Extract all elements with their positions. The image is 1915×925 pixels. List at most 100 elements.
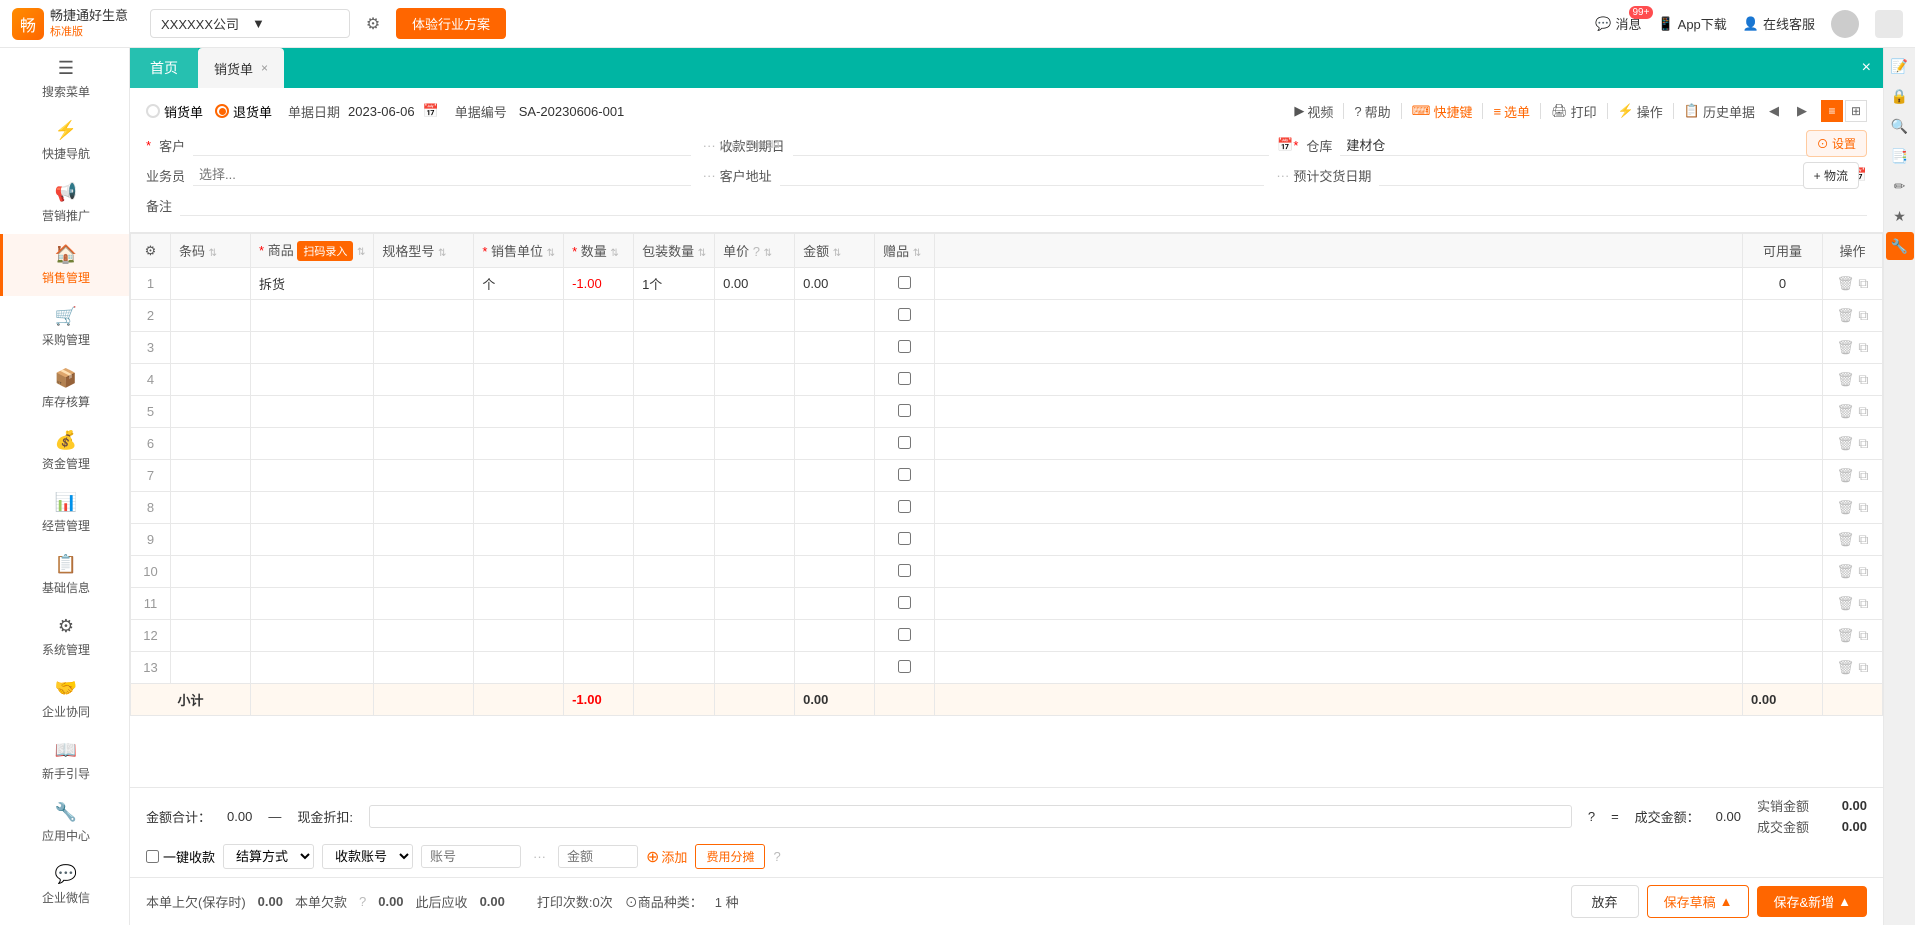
- delete-row-icon[interactable]: 🗑: [1837, 339, 1855, 356]
- row-note[interactable]: [935, 652, 1743, 684]
- row-amount[interactable]: [795, 588, 875, 620]
- gift-checkbox[interactable]: [898, 340, 911, 353]
- delete-row-icon[interactable]: 🗑: [1837, 659, 1855, 676]
- sidebar-item-guide[interactable]: 📖 新手引导: [0, 730, 129, 792]
- row-pkg[interactable]: [634, 652, 715, 684]
- gift-checkbox[interactable]: [898, 628, 911, 641]
- row-goods[interactable]: [251, 652, 374, 684]
- row-spec[interactable]: [374, 396, 474, 428]
- row-pkg[interactable]: [634, 332, 715, 364]
- account-more-icon[interactable]: ···: [529, 849, 550, 864]
- expected-date-input[interactable]: [1379, 164, 1842, 186]
- row-qty[interactable]: [564, 556, 634, 588]
- row-amount[interactable]: [795, 396, 875, 428]
- rt-lock-btn[interactable]: 🔒: [1886, 82, 1914, 110]
- sidebar-item-member[interactable]: 🎫 畅会员: [0, 916, 129, 925]
- row-price[interactable]: [715, 588, 795, 620]
- row-unit[interactable]: [474, 460, 564, 492]
- row-gift[interactable]: [875, 268, 935, 300]
- copy-row-icon[interactable]: ⧉: [1858, 371, 1868, 388]
- row-unit[interactable]: [474, 524, 564, 556]
- debit-help-icon[interactable]: ?: [359, 894, 366, 909]
- row-goods[interactable]: [251, 588, 374, 620]
- row-price[interactable]: [715, 300, 795, 332]
- copy-row-icon[interactable]: ⧉: [1858, 627, 1868, 644]
- row-goods[interactable]: [251, 620, 374, 652]
- row-unit[interactable]: [474, 556, 564, 588]
- row-price[interactable]: [715, 492, 795, 524]
- row-amount[interactable]: 0.00: [795, 268, 875, 300]
- app-download-button[interactable]: 📱 App下载: [1657, 14, 1726, 33]
- delete-row-icon[interactable]: 🗑: [1837, 595, 1855, 612]
- gift-checkbox[interactable]: [898, 404, 911, 417]
- radio-sales[interactable]: 销货单: [146, 102, 203, 121]
- row-barcode[interactable]: [171, 588, 251, 620]
- gift-checkbox[interactable]: [898, 276, 911, 289]
- row-pkg[interactable]: [634, 556, 715, 588]
- row-gift[interactable]: [875, 556, 935, 588]
- row-qty[interactable]: [564, 300, 634, 332]
- row-goods[interactable]: 拆货: [251, 268, 374, 300]
- copy-row-icon[interactable]: ⧉: [1858, 499, 1868, 516]
- message-button[interactable]: 💬 消息 99+: [1595, 14, 1641, 33]
- copy-row-icon[interactable]: ⧉: [1858, 659, 1868, 676]
- copy-row-icon[interactable]: ⧉: [1858, 563, 1868, 580]
- row-price[interactable]: 0.00: [715, 268, 795, 300]
- staff-input[interactable]: [193, 164, 691, 186]
- row-gift[interactable]: [875, 460, 935, 492]
- discount-input[interactable]: [369, 805, 1572, 828]
- row-goods[interactable]: [251, 492, 374, 524]
- row-spec[interactable]: [374, 460, 474, 492]
- gift-checkbox[interactable]: [898, 372, 911, 385]
- delete-row-icon[interactable]: 🗑: [1837, 435, 1855, 452]
- sidebar-item-sales[interactable]: 🏠 销售管理: [0, 234, 129, 296]
- row-gift[interactable]: [875, 620, 935, 652]
- scan-barcode-button[interactable]: 扫码录入: [297, 241, 353, 261]
- row-goods[interactable]: [251, 428, 374, 460]
- account-no-input[interactable]: [421, 845, 521, 868]
- row-unit[interactable]: [474, 620, 564, 652]
- row-unit[interactable]: [474, 492, 564, 524]
- row-goods[interactable]: [251, 332, 374, 364]
- row-note[interactable]: [935, 460, 1743, 492]
- save-new-button[interactable]: 保存&新增 ▲: [1757, 886, 1867, 917]
- row-note[interactable]: [935, 524, 1743, 556]
- add-payment-button[interactable]: ⊕ 添加: [646, 847, 687, 867]
- rt-star-btn[interactable]: ★: [1886, 202, 1914, 230]
- copy-row-icon[interactable]: ⧉: [1858, 275, 1868, 292]
- row-unit[interactable]: [474, 300, 564, 332]
- row-amount[interactable]: [795, 332, 875, 364]
- amount-input[interactable]: [558, 845, 638, 868]
- help-btn[interactable]: ? 帮助: [1354, 102, 1390, 121]
- row-barcode[interactable]: [171, 268, 251, 300]
- price-help-icon[interactable]: ?: [753, 244, 760, 259]
- row-spec[interactable]: [374, 300, 474, 332]
- gift-checkbox[interactable]: [898, 500, 911, 513]
- rt-pen-btn[interactable]: ✏: [1886, 172, 1914, 200]
- row-amount[interactable]: [795, 492, 875, 524]
- row-goods[interactable]: [251, 556, 374, 588]
- copy-row-icon[interactable]: ⧉: [1858, 403, 1868, 420]
- delete-row-icon[interactable]: 🗑: [1837, 531, 1855, 548]
- row-note[interactable]: [935, 556, 1743, 588]
- row-note[interactable]: [935, 268, 1743, 300]
- row-barcode[interactable]: [171, 364, 251, 396]
- row-amount[interactable]: [795, 524, 875, 556]
- rt-edit-btn[interactable]: 📝: [1886, 52, 1914, 80]
- row-goods[interactable]: [251, 396, 374, 428]
- receive-date-input[interactable]: [793, 134, 1269, 156]
- row-spec[interactable]: [374, 268, 474, 300]
- company-selector[interactable]: XXXXXX公司 ▼: [150, 9, 350, 38]
- row-pkg[interactable]: 1个: [634, 268, 715, 300]
- save-draft-button[interactable]: 保存草稿 ▲: [1647, 885, 1750, 918]
- row-amount[interactable]: [795, 364, 875, 396]
- delete-row-icon[interactable]: 🗑: [1837, 467, 1855, 484]
- sidebar-item-business[interactable]: 📊 经营管理: [0, 482, 129, 544]
- sidebar-item-system[interactable]: ⚙ 系统管理: [0, 606, 129, 668]
- row-spec[interactable]: [374, 556, 474, 588]
- row-spec[interactable]: [374, 428, 474, 460]
- copy-row-icon[interactable]: ⧉: [1858, 339, 1868, 356]
- delete-row-icon[interactable]: 🗑: [1837, 307, 1855, 324]
- row-note[interactable]: [935, 364, 1743, 396]
- row-unit[interactable]: [474, 332, 564, 364]
